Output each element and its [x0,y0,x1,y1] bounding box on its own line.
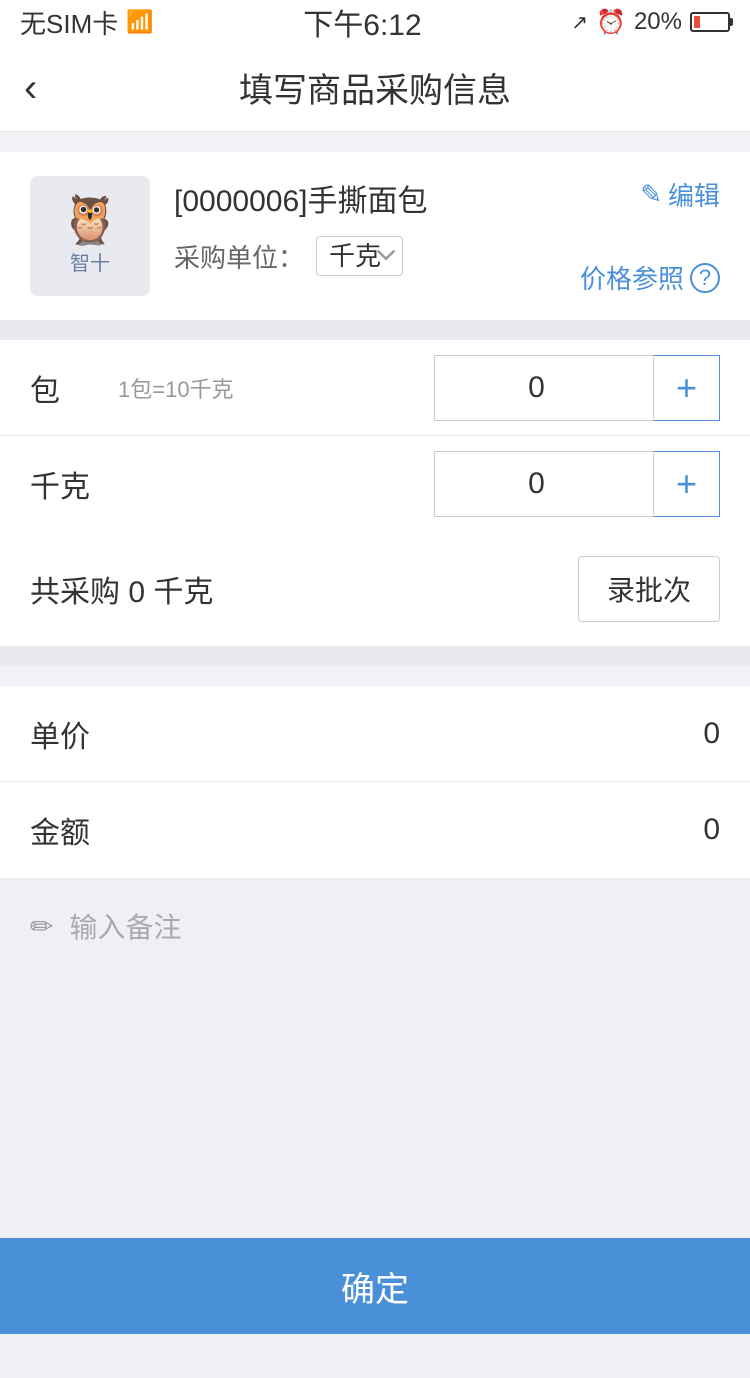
status-bar: 无SIM卡 📶 下午6:12 ↗ ⏰ 20% [0,0,750,44]
price-ref-help-icon: ? [690,263,720,293]
product-name: [0000006]手撕面包 [174,176,720,220]
remark-placeholder: 输入备注 [69,906,181,946]
status-carrier: 无SIM卡 📶 [20,4,154,41]
alarm-icon: ⏰ [596,8,626,37]
confirm-button[interactable]: 确定 [0,1238,750,1334]
bag-input-row: 包 1包=10千克 + [0,340,750,436]
input-section: 包 1包=10千克 + 千克 + [0,340,750,532]
edit-icon: ✎ [640,179,662,210]
bag-input[interactable] [434,355,654,421]
bag-input-wrap: + [434,355,720,421]
back-button[interactable]: ‹ [24,68,37,108]
bag-label: 包 [30,366,110,410]
unit-label: 采购单位： [174,238,304,275]
unit-select[interactable]: 千克 包 [316,236,403,276]
carrier-text: 无SIM卡 [20,4,118,41]
product-logo-icon: 🦉 [60,197,120,245]
kg-input-row: 千克 + [0,436,750,532]
kg-input[interactable] [434,451,654,517]
nav-bar: ‹ 填写商品采购信息 [0,44,750,132]
summary-row: 共采购 0 千克 录批次 [0,532,750,646]
product-thumbnail: 🦉 智十 [30,176,150,296]
amount-value: 0 [703,813,720,847]
section-divider-1 [0,320,750,340]
unit-price-value: 0 [703,717,720,751]
price-section: 单价 0 金额 0 [0,686,750,878]
product-logo-sub: 智十 [60,247,120,276]
amount-label: 金额 [30,808,90,852]
unit-price-row: 单价 0 [0,686,750,782]
battery-percent: 20% [634,8,682,36]
amount-row: 金额 0 [0,782,750,878]
kg-plus-button[interactable]: + [654,451,720,517]
edit-button[interactable]: ✎ 编辑 [640,176,720,213]
bag-sub-label: 1包=10千克 [118,372,434,404]
page-title: 填写商品采购信息 [239,63,511,112]
remark-section[interactable]: ✏ 输入备注 [0,878,750,1078]
kg-label: 千克 [30,462,110,506]
section-divider-2 [0,646,750,666]
product-card: 🦉 智十 [0000006]手撕面包 采购单位： 千克 包 ✎ 编辑 价格参照 … [0,152,750,320]
location-icon: ↗ [571,10,588,35]
summary-text: 共采购 0 千克 [30,567,213,611]
batch-button[interactable]: 录批次 [578,556,720,622]
status-right: ↗ ⏰ 20% [571,8,730,37]
edit-label: 编辑 [668,176,720,213]
bag-plus-button[interactable]: + [654,355,720,421]
price-ref-button[interactable]: 价格参照 ? [580,259,720,296]
unit-price-label: 单价 [30,712,90,756]
status-time: 下午6:12 [303,0,421,44]
wifi-icon: 📶 [126,9,153,35]
kg-input-wrap: + [434,451,720,517]
pencil-icon: ✏ [30,910,53,943]
price-ref-label: 价格参照 [580,259,684,296]
battery-icon [690,12,730,32]
